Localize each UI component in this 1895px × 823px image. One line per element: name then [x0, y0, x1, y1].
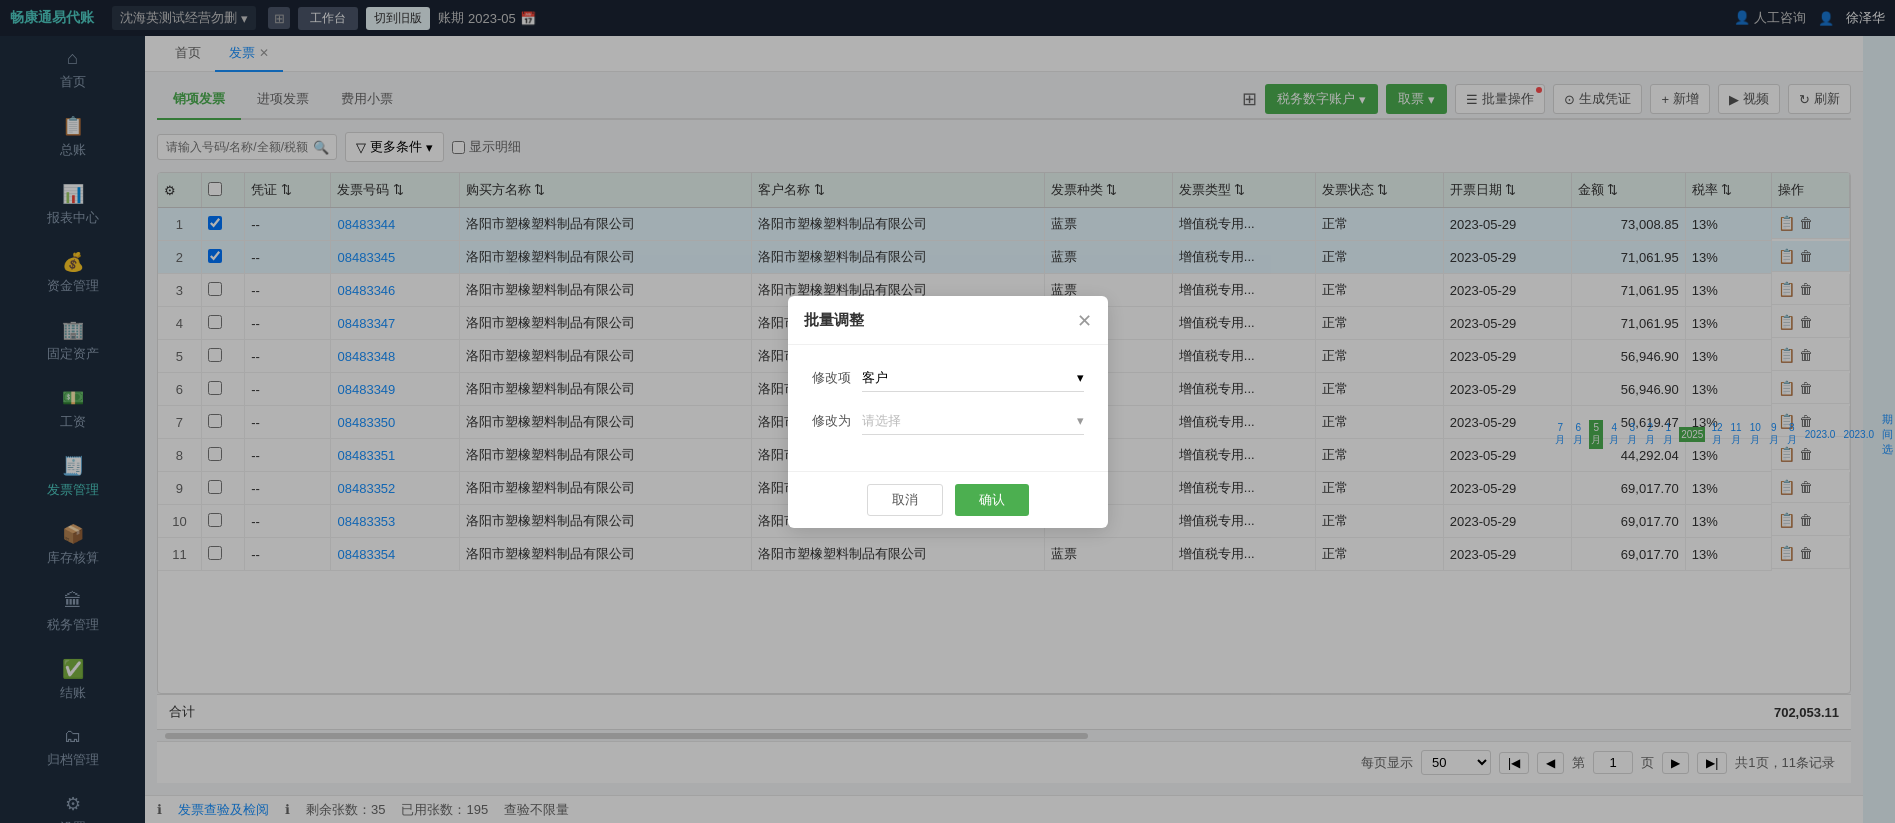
chevron-down-icon: ▾ [1077, 413, 1084, 428]
modal-footer: 取消 确认 [788, 471, 1108, 528]
modal-body: 修改项 客户 ▾ 修改为 请选择 ▾ [788, 345, 1108, 471]
chevron-down-icon: ▾ [1077, 370, 1084, 385]
modal-cancel-button[interactable]: 取消 [867, 484, 943, 516]
modal-overlay[interactable]: 批量调整 ✕ 修改项 客户 ▾ 修改为 请选择 ▾ 取消 确认 [0, 0, 1895, 823]
modal-confirm-button[interactable]: 确认 [955, 484, 1029, 516]
modify-field-value: 客户 [862, 369, 888, 387]
modify-field-label: 修改项 [812, 369, 862, 387]
modify-field-select[interactable]: 客户 ▾ [862, 365, 1084, 392]
modal-title: 批量调整 [804, 311, 864, 330]
modify-to-label: 修改为 [812, 412, 862, 430]
modal-close-btn[interactable]: ✕ [1077, 310, 1092, 332]
modify-to-placeholder: 请选择 [862, 412, 901, 430]
modify-to-select[interactable]: 请选择 ▾ [862, 408, 1084, 435]
modal-header: 批量调整 ✕ [788, 296, 1108, 345]
modify-to-row: 修改为 请选择 ▾ [812, 408, 1084, 435]
modify-field-row: 修改项 客户 ▾ [812, 365, 1084, 392]
batch-adjust-modal: 批量调整 ✕ 修改项 客户 ▾ 修改为 请选择 ▾ 取消 确认 [788, 296, 1108, 528]
